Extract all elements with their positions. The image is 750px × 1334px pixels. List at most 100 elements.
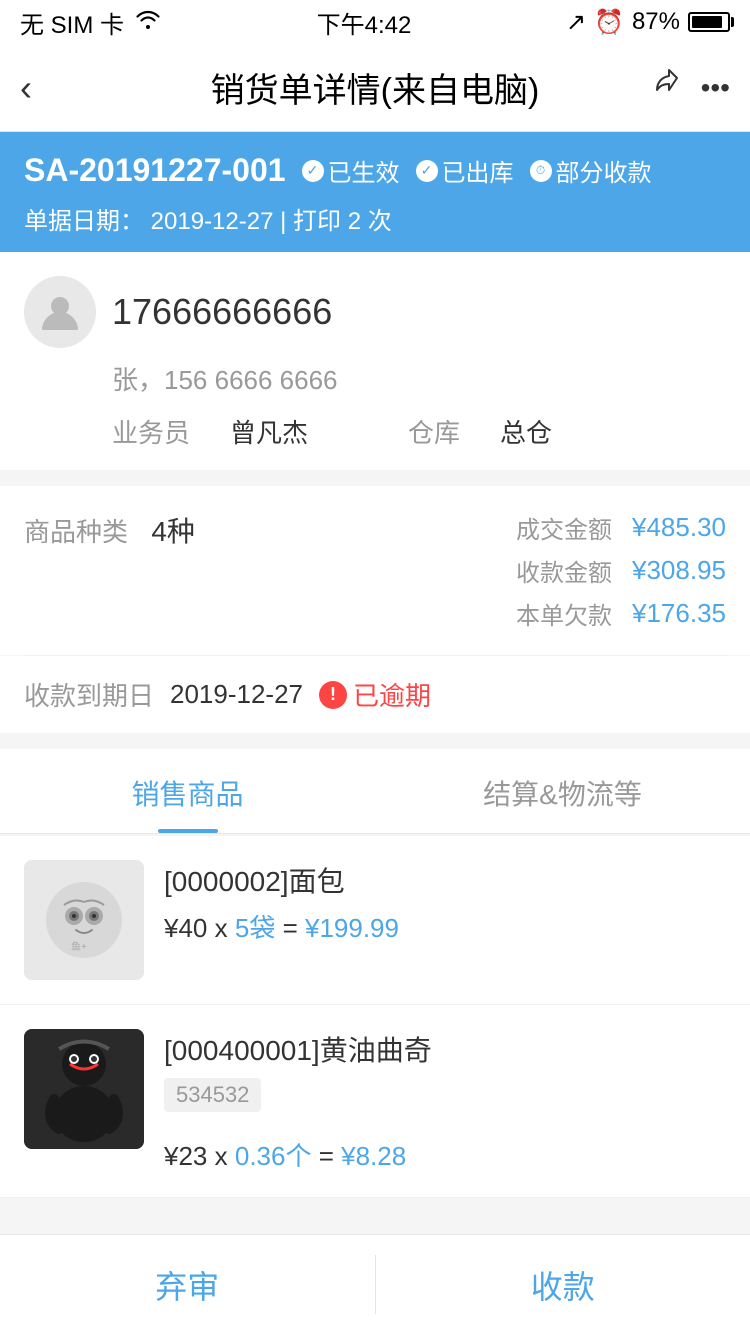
badge-shipped: ✓ 已出库 (416, 153, 514, 188)
total-price-2: ¥8.28 (341, 1141, 406, 1171)
product-item-1: 鱼+ [0000002]面包 ¥40 x 5袋 = ¥199.99 (0, 836, 750, 1005)
status-bar: 无 SIM 卡 下午4:42 ↗ ⏰ 87% (0, 0, 750, 44)
back-arrow[interactable]: ‹ (20, 67, 32, 109)
battery-percent: 87% (632, 8, 680, 36)
transaction-amount-label: 成交金额 (516, 510, 612, 545)
carrier-label: 无 SIM 卡 (20, 5, 124, 40)
section-divider-1 (0, 470, 750, 486)
order-id: SA-20191227-001 (24, 152, 286, 189)
badge-partial-label: 部分收款 (556, 153, 652, 188)
badge-partial: ⏱ 部分收款 (530, 153, 652, 188)
transaction-amount-row: 成交金额 ¥485.30 (516, 510, 726, 545)
product-list: 鱼+ [0000002]面包 ¥40 x 5袋 = ¥199.99 (0, 836, 750, 1198)
check-icon-1: ✓ (302, 160, 324, 182)
total-price-1: ¥199.99 (305, 913, 399, 943)
customer-name: 张，156 6666 6666 (24, 360, 726, 397)
share-icon[interactable] (653, 68, 685, 107)
tab-settlement[interactable]: 结算&物流等 (375, 749, 750, 833)
transaction-amount-value: ¥485.30 (632, 512, 726, 543)
section-divider-2 (0, 733, 750, 749)
due-label: 收款到期日 (24, 676, 154, 713)
svg-text:鱼+: 鱼+ (71, 940, 87, 953)
product-name-2: [000400001]黄油曲奇 (164, 1029, 726, 1069)
quantity-1: 5袋 (235, 913, 275, 943)
order-id-row: SA-20191227-001 ✓ 已生效 ✓ 已出库 ⏱ 部分收款 (24, 152, 726, 189)
status-right: ↗ ⏰ 87% (566, 8, 730, 37)
summary-section: 商品种类 4种 成交金额 ¥485.30 收款金额 ¥308.95 本单欠款 ¥… (0, 486, 750, 655)
multiply-sign-2: x (215, 1141, 235, 1171)
cancel-review-button[interactable]: 弃审 (0, 1235, 375, 1334)
received-amount-row: 收款金额 ¥308.95 (516, 553, 726, 588)
badge-effective-label: 已生效 (328, 153, 400, 188)
equals-1: = (283, 913, 305, 943)
product-title-2: 黄油曲奇 (320, 1035, 432, 1066)
summary-left: 商品种类 4种 (24, 510, 195, 550)
tabs-bar: 销售商品 结算&物流等 (0, 749, 750, 834)
owing-amount-value: ¥176.35 (632, 598, 726, 629)
status-badges: ✓ 已生效 ✓ 已出库 ⏱ 部分收款 (302, 153, 652, 188)
customer-phone: 17666666666 (112, 291, 332, 333)
owing-amount-row: 本单欠款 ¥176.35 (516, 596, 726, 631)
salesperson-label: 业务员 (112, 413, 190, 450)
owing-amount-label: 本单欠款 (516, 596, 612, 631)
product-price-1: ¥40 x 5袋 = ¥199.99 (164, 908, 726, 945)
product-info-1: [0000002]面包 ¥40 x 5袋 = ¥199.99 (164, 860, 726, 945)
unit-price-2: ¥23 (164, 1141, 207, 1171)
clock-icon: ⏱ (530, 160, 552, 182)
product-item-2: [000400001]黄油曲奇 534532 ¥23 x 0.36个 = ¥8.… (0, 1005, 750, 1198)
order-date: 2019-12-27 (151, 208, 274, 235)
product-code-1: [0000002] (164, 866, 289, 897)
product-types-count: 4种 (151, 516, 195, 547)
received-amount-value: ¥308.95 (632, 555, 726, 586)
nav-bar: ‹ 销货单详情(来自电脑) ••• (0, 44, 750, 132)
badge-effective: ✓ 已生效 (302, 153, 400, 188)
product-info-2: [000400001]黄油曲奇 534532 ¥23 x 0.36个 = ¥8.… (164, 1029, 726, 1173)
product-types-label: 商品种类 (24, 517, 128, 547)
customer-section: 17666666666 张，156 6666 6666 业务员 曾凡杰 仓库 总… (0, 252, 750, 470)
equals-2: = (319, 1141, 341, 1171)
multiply-sign-1: x (215, 913, 235, 943)
product-thumb-1: 鱼+ (24, 860, 144, 980)
warehouse-label: 仓库 (408, 413, 460, 450)
salesperson-value: 曾凡杰 (230, 413, 308, 450)
quantity-2: 0.36个 (235, 1141, 312, 1171)
nav-actions: ••• (650, 68, 730, 107)
collect-payment-button[interactable]: 收款 (376, 1235, 750, 1334)
bottom-bar: 弃审 收款 (0, 1234, 750, 1334)
battery-icon (688, 12, 730, 32)
overdue-icon: ! (319, 681, 347, 709)
warehouse-value: 总仓 (500, 413, 552, 450)
overdue-badge: ! 已逾期 (319, 676, 431, 713)
order-date-row: 单据日期： 2019-12-27 | 打印 2 次 (24, 201, 726, 236)
print-unit: 次 (368, 208, 392, 235)
summary-right: 成交金额 ¥485.30 收款金额 ¥308.95 本单欠款 ¥176.35 (516, 510, 726, 631)
more-icon[interactable]: ••• (701, 72, 730, 104)
print-count: 2 (348, 208, 361, 235)
customer-row: 17666666666 (24, 276, 726, 348)
nav-title: 销货单详情(来自电脑) (100, 63, 650, 112)
wifi-icon (134, 8, 162, 36)
product-thumb-2 (24, 1029, 144, 1149)
received-amount-label: 收款金额 (516, 553, 612, 588)
product-title-1: 面包 (289, 866, 345, 897)
product-name-1: [0000002]面包 (164, 860, 726, 900)
overdue-text: 已逾期 (353, 676, 431, 713)
alarm-icon: ⏰ (594, 8, 624, 37)
print-separator: | 打印 (280, 208, 348, 235)
product-code-2: [000400001] (164, 1035, 320, 1066)
check-icon-2: ✓ (416, 160, 438, 182)
tab-sales-products[interactable]: 销售商品 (0, 749, 375, 833)
badge-shipped-label: 已出库 (442, 153, 514, 188)
product-price-2: ¥23 x 0.36个 = ¥8.28 (164, 1136, 726, 1173)
status-left: 无 SIM 卡 (20, 5, 162, 40)
customer-meta: 业务员 曾凡杰 仓库 总仓 (24, 413, 726, 450)
due-section: 收款到期日 2019-12-27 ! 已逾期 (0, 656, 750, 733)
location-icon: ↗ (566, 8, 586, 37)
nav-back[interactable]: ‹ (20, 67, 100, 109)
avatar (24, 276, 96, 348)
due-date: 2019-12-27 (170, 679, 303, 710)
date-label: 单据日期： (24, 208, 144, 235)
status-time: 下午4:42 (317, 5, 412, 40)
unit-price-1: ¥40 (164, 913, 207, 943)
order-header: SA-20191227-001 ✓ 已生效 ✓ 已出库 ⏱ 部分收款 单据日期：… (0, 132, 750, 252)
